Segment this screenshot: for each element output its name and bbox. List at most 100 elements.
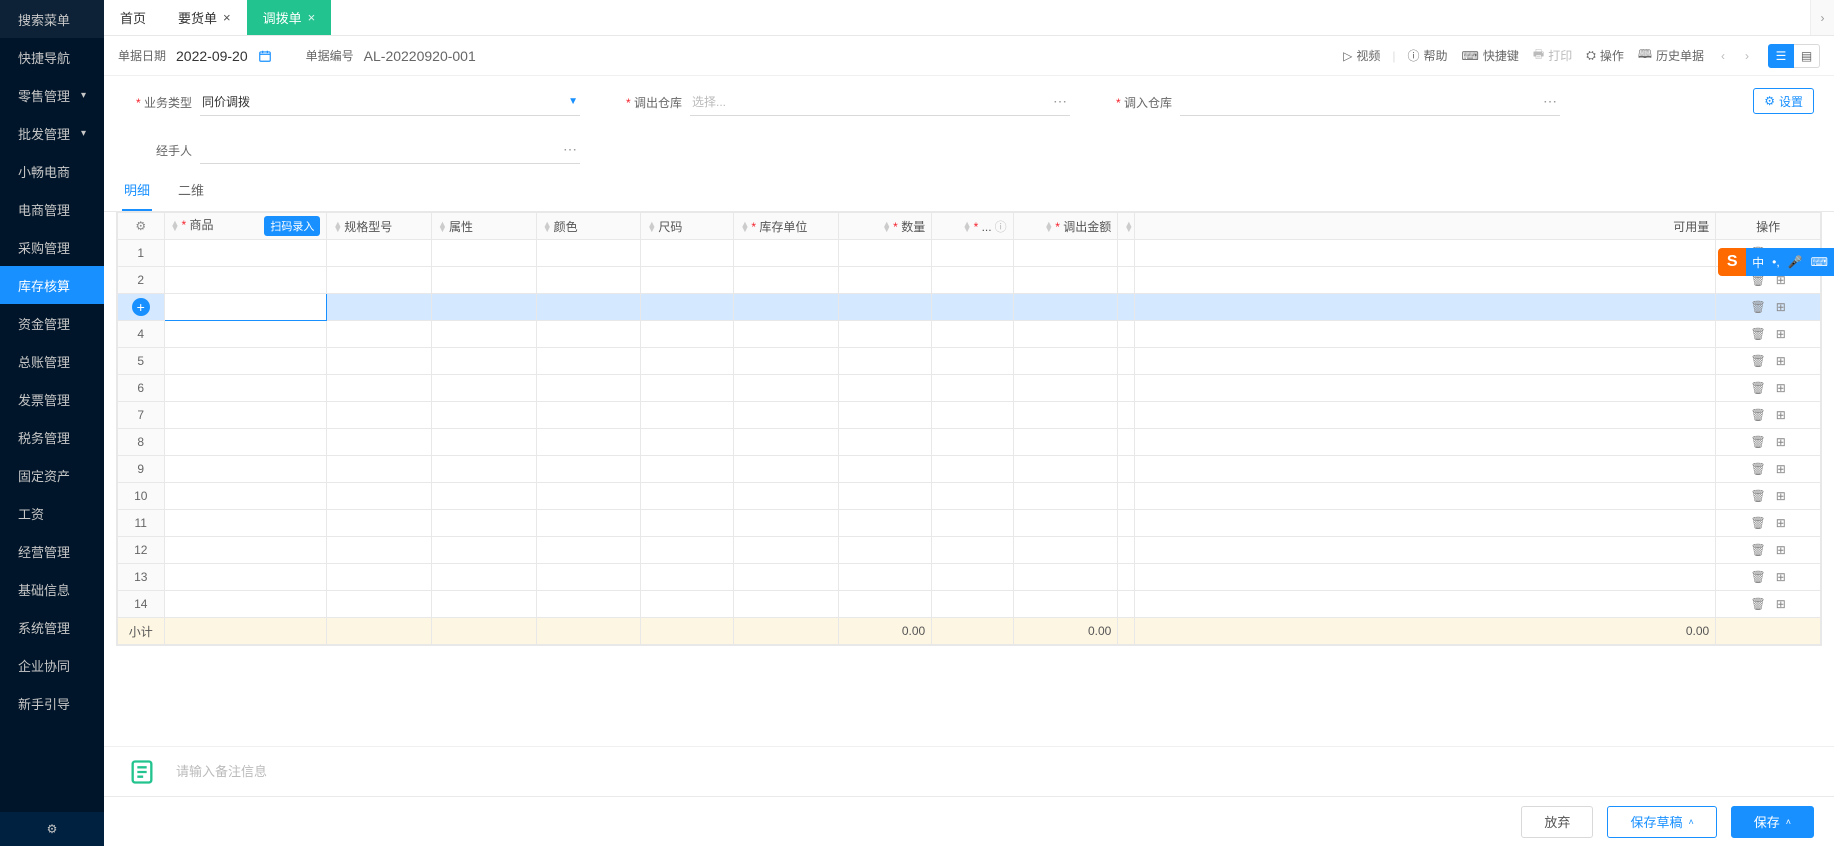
sidebar-item-1[interactable]: 快捷导航 — [0, 38, 104, 76]
col-price[interactable]: ▲▼* ...ⓘ — [932, 213, 1013, 240]
prev-doc-arrow[interactable]: ‹ — [1712, 45, 1734, 67]
sidebar-item-9[interactable]: 总账管理 — [0, 342, 104, 380]
table-row[interactable]: 13🗑⊞ — [118, 564, 1821, 591]
table-row[interactable]: 9🗑⊞ — [118, 456, 1821, 483]
sidebar-item-11[interactable]: 税务管理 — [0, 418, 104, 456]
col-spec[interactable]: ▲▼规格型号 — [327, 213, 432, 240]
col-attr[interactable]: ▲▼属性 — [432, 213, 537, 240]
copy-icon[interactable]: ⊞ — [1776, 489, 1786, 503]
view-list-toggle[interactable]: ☰ — [1768, 44, 1794, 68]
copy-icon[interactable]: ⊞ — [1776, 570, 1786, 584]
view-card-toggle[interactable]: ▤ — [1794, 44, 1820, 68]
table-row[interactable]: 5🗑⊞ — [118, 348, 1821, 375]
copy-icon[interactable]: ⊞ — [1776, 516, 1786, 530]
ime-widget[interactable]: S 中 •, 🎤 ⌨ — [1718, 248, 1834, 276]
table-row[interactable]: 12🗑⊞ — [118, 537, 1821, 564]
col-blank[interactable]: ▲▼ — [1118, 213, 1134, 240]
tab-detail[interactable]: 明细 — [122, 170, 152, 211]
sidebar-item-13[interactable]: 工资 — [0, 494, 104, 532]
col-qty[interactable]: ▲▼* 数量 — [839, 213, 932, 240]
table-row[interactable]: 6🗑⊞ — [118, 375, 1821, 402]
next-doc-arrow[interactable]: › — [1736, 45, 1758, 67]
delete-icon[interactable]: 🗑 — [1750, 516, 1765, 530]
delete-icon[interactable]: 🗑 — [1750, 381, 1765, 395]
handler-select[interactable]: ⋯ — [200, 136, 580, 164]
copy-icon[interactable]: ⊞ — [1776, 354, 1786, 368]
close-icon[interactable]: × — [223, 10, 231, 25]
sidebar-item-2[interactable]: 零售管理▾ — [0, 76, 104, 114]
tabs-scroll-right[interactable]: › — [1810, 0, 1834, 35]
table-row[interactable]: 2🗑⊞ — [118, 267, 1821, 294]
close-icon[interactable]: × — [308, 10, 316, 25]
copy-icon[interactable]: ⊞ — [1776, 327, 1786, 341]
sidebar-settings[interactable]: ⚙ — [0, 812, 104, 846]
sidebar-item-18[interactable]: 新手引导 — [0, 684, 104, 722]
in-warehouse-select[interactable]: ⋯ — [1180, 88, 1560, 116]
copy-icon[interactable]: ⊞ — [1776, 543, 1786, 557]
sidebar-item-14[interactable]: 经营管理 — [0, 532, 104, 570]
sidebar-item-15[interactable]: 基础信息 — [0, 570, 104, 608]
copy-icon[interactable]: ⊞ — [1776, 435, 1786, 449]
scan-entry-button[interactable]: 扫码录入 — [264, 216, 320, 236]
tab-1[interactable]: 要货单× — [162, 0, 247, 35]
table-row[interactable]: 1🗑⊞ — [118, 240, 1821, 267]
video-link[interactable]: ▷视频 — [1337, 43, 1386, 69]
col-avail[interactable]: 可用量 — [1134, 213, 1716, 240]
tab-matrix[interactable]: 二维 — [176, 170, 206, 211]
sidebar-item-10[interactable]: 发票管理 — [0, 380, 104, 418]
save-button[interactable]: 保存˄ — [1731, 806, 1814, 838]
sidebar-item-3[interactable]: 批发管理▾ — [0, 114, 104, 152]
delete-icon[interactable]: 🗑 — [1750, 543, 1765, 557]
shortcut-link[interactable]: ⌨快捷键 — [1456, 43, 1525, 69]
sidebar-item-6[interactable]: 采购管理 — [0, 228, 104, 266]
operate-link[interactable]: ⛭操作 — [1580, 43, 1630, 69]
col-size[interactable]: ▲▼尺码 — [641, 213, 734, 240]
delete-icon[interactable]: 🗑 — [1750, 327, 1765, 341]
copy-icon[interactable]: ⊞ — [1776, 300, 1786, 314]
sidebar-item-0[interactable]: 搜索菜单 — [0, 0, 104, 38]
out-warehouse-select[interactable]: 选择... ⋯ — [690, 88, 1070, 116]
delete-icon[interactable]: 🗑 — [1750, 408, 1765, 422]
history-link[interactable]: 🕮历史单据 — [1632, 43, 1710, 69]
table-row[interactable]: 11🗑⊞ — [118, 510, 1821, 537]
delete-icon[interactable]: 🗑 — [1750, 462, 1765, 476]
copy-icon[interactable]: ⊞ — [1776, 462, 1786, 476]
sidebar-item-17[interactable]: 企业协同 — [0, 646, 104, 684]
table-row[interactable]: 8🗑⊞ — [118, 429, 1821, 456]
doc-date-value[interactable]: 2022-09-20 — [176, 48, 248, 64]
table-row[interactable]: 10🗑⊞ — [118, 483, 1821, 510]
delete-icon[interactable]: 🗑 — [1750, 300, 1765, 314]
sidebar-item-16[interactable]: 系统管理 — [0, 608, 104, 646]
print-link[interactable]: 🖶打印 — [1527, 43, 1578, 69]
table-row[interactable]: 4🗑⊞ — [118, 321, 1821, 348]
copy-icon[interactable]: ⊞ — [1776, 408, 1786, 422]
sidebar-item-4[interactable]: 小畅电商 — [0, 152, 104, 190]
col-unit[interactable]: ▲▼* 库存单位 — [734, 213, 839, 240]
biz-type-select[interactable]: 同价调拨 ▼ — [200, 88, 580, 116]
table-row[interactable]: + 🗑 ⊞ — [118, 294, 1821, 321]
sidebar-item-7[interactable]: 库存核算 — [0, 266, 104, 304]
delete-icon[interactable]: 🗑 — [1750, 435, 1765, 449]
sidebar-item-8[interactable]: 资金管理 — [0, 304, 104, 342]
help-link[interactable]: ⓘ帮助 — [1401, 43, 1453, 69]
col-product[interactable]: ▲▼* 商品扫码录入 — [164, 213, 327, 240]
column-settings[interactable]: ⚙ — [118, 213, 165, 240]
remark-input[interactable] — [176, 757, 1816, 787]
table-row[interactable]: 7🗑⊞ — [118, 402, 1821, 429]
info-icon[interactable]: ⓘ — [995, 220, 1007, 234]
add-row-button[interactable]: + — [132, 298, 150, 316]
discard-button[interactable]: 放弃 — [1521, 806, 1593, 838]
tab-2[interactable]: 调拨单× — [247, 0, 332, 35]
delete-icon[interactable]: 🗑 — [1750, 354, 1765, 368]
save-draft-button[interactable]: 保存草稿˄ — [1607, 806, 1716, 838]
delete-icon[interactable]: 🗑 — [1750, 489, 1765, 503]
table-row[interactable]: 14🗑⊞ — [118, 591, 1821, 618]
col-color[interactable]: ▲▼颜色 — [536, 213, 641, 240]
copy-icon[interactable]: ⊞ — [1776, 381, 1786, 395]
sidebar-item-12[interactable]: 固定资产 — [0, 456, 104, 494]
settings-button[interactable]: ⚙ 设置 — [1753, 88, 1814, 114]
delete-icon[interactable]: 🗑 — [1750, 570, 1765, 584]
tab-0[interactable]: 首页 — [104, 0, 162, 35]
sidebar-item-5[interactable]: 电商管理 — [0, 190, 104, 228]
delete-icon[interactable]: 🗑 — [1750, 597, 1765, 611]
